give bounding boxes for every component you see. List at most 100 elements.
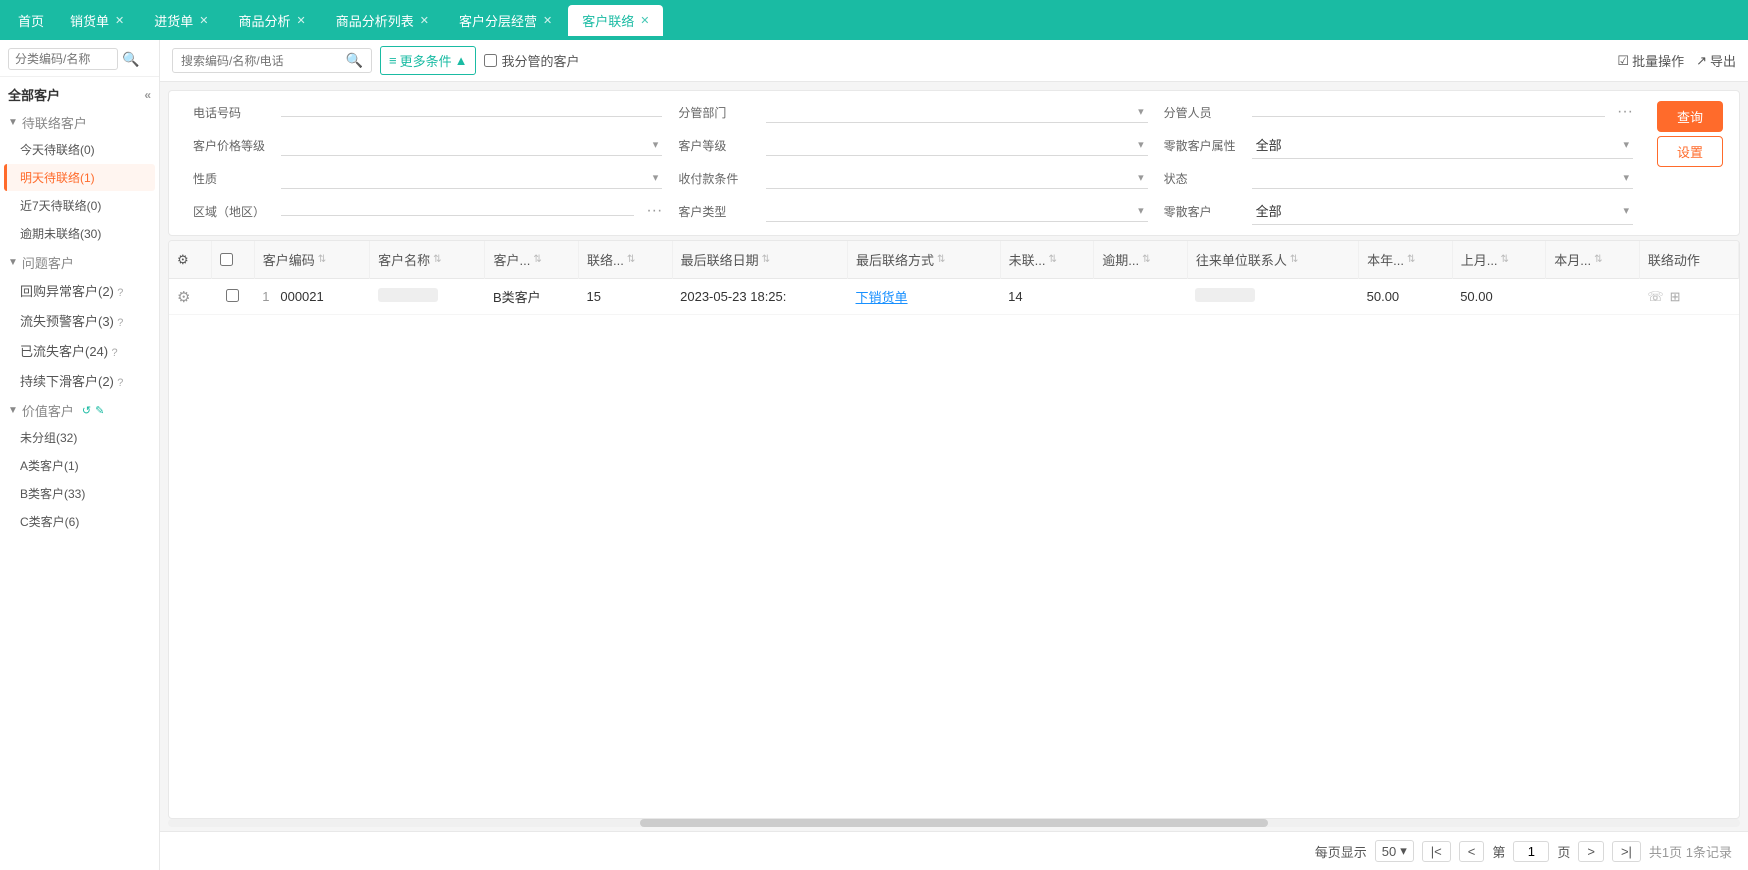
settings-icon[interactable]: ⚙ [177,252,189,268]
search-icon[interactable]: 🔍 [346,52,363,69]
nav-home[interactable]: 首页 [8,5,54,36]
sidebar-item-abnormal[interactable]: 回购异常客户(2) ? [4,276,155,305]
export-btn[interactable]: ↗ 导出 [1696,51,1736,70]
sidebar: 🔍 全部客户 « ▼ 待联络客户 今天待联络(0) 明天待联络(1) 近7天待联… [0,40,160,870]
search-input[interactable] [181,54,342,68]
th-last-contact-date[interactable]: 最后联络日期 ⇅ [672,241,847,279]
sidebar-item-c-class[interactable]: C类客户(6) [4,508,155,535]
dots-icon[interactable]: ··· [646,202,662,220]
sidebar-item-a-class[interactable]: A类客户(1) [4,452,155,479]
row-checkbox[interactable] [226,289,239,302]
row-contacts-cell: 15 [579,279,673,315]
search-box[interactable]: 🔍 [172,48,372,73]
sidebar-item-warning[interactable]: 流失预警客户(3) ? [4,306,155,335]
th-gear[interactable]: ⚙ [169,241,211,279]
problem-group[interactable]: ▼ 问题客户 [0,248,159,275]
value-group[interactable]: ▼ 价值客户 ↺ ✎ [0,396,159,423]
filter-price-level: 客户价格等级 ▾ [185,134,670,156]
select-all-checkbox[interactable] [220,253,233,266]
close-icon[interactable]: ✕ [199,14,208,27]
close-icon[interactable]: ✕ [640,14,649,27]
phone-action-icon[interactable]: ☏ [1647,289,1663,305]
row-last-method-cell[interactable]: 下销货单 [848,279,1001,315]
sidebar-search-input[interactable] [8,48,118,70]
more-conditions-btn[interactable]: ≡ 更多条件 ▲ [380,46,476,75]
sidebar-item-b-class[interactable]: B类客户(33) [4,480,155,507]
batch-ops-btn[interactable]: ☑ 批量操作 [1617,51,1684,70]
row-checkbox-cell[interactable] [211,279,254,315]
settings-button[interactable]: 设置 [1657,136,1723,167]
price-level-select[interactable]: ▾ [281,134,662,156]
next-page-btn[interactable]: > [1578,841,1604,862]
close-icon[interactable]: ✕ [297,14,306,27]
th-last-month[interactable]: 上月... ⇅ [1452,241,1546,279]
dept-label: 分管部门 [678,104,758,121]
sidebar-item-overdue[interactable]: 逾期未联络(30) [4,220,155,247]
th-checkbox[interactable] [211,241,254,279]
region-input[interactable] [281,207,634,216]
my-customers-checkbox[interactable] [484,54,497,67]
last-page-btn[interactable]: >| [1612,841,1641,862]
retail-customer-label: 零散客户 [1164,203,1244,220]
th-category[interactable]: 客户... ⇅ [485,241,579,279]
grid-action-icon[interactable]: ⊞ [1670,289,1681,305]
close-icon[interactable]: ✕ [420,14,429,27]
region-label: 区域（地区） [193,203,273,220]
retail-customer-select[interactable]: 全部 ▾ [1252,197,1633,225]
nav-tab-purchase[interactable]: 进货单 ✕ [140,5,222,36]
sidebar-item-declining[interactable]: 持续下滑客户(2) ? [4,366,155,395]
nav-tab-sales[interactable]: 销货单 ✕ [56,5,138,36]
search-icon[interactable]: 🔍 [122,51,139,68]
close-icon[interactable]: ✕ [115,14,124,27]
person-input[interactable] [1252,108,1605,117]
page-input[interactable] [1513,841,1549,862]
nav-tab-customer-tier[interactable]: 客户分层经营 ✕ [445,5,566,36]
customer-level-select[interactable]: ▾ [766,134,1147,156]
th-this-year[interactable]: 本年... ⇅ [1359,241,1453,279]
my-customers-checkbox-label[interactable]: 我分管的客户 [484,51,579,70]
dept-select[interactable]: ▾ [766,101,1147,123]
sidebar-item-ungrouped[interactable]: 未分组(32) [4,424,155,451]
page-size-select[interactable]: 50 ▾ [1375,840,1414,862]
filter-customer-type: 客户类型 ▾ [670,200,1155,222]
nav-tab-analysis-list[interactable]: 商品分析列表 ✕ [322,5,443,36]
chevron-down-icon: ▾ [1138,105,1144,118]
filter-region: 区域（地区） ··· [185,202,670,220]
retail-attr-select[interactable]: 全部 ▾ [1252,131,1633,159]
pending-group[interactable]: ▼ 待联络客户 [0,108,159,135]
nav-tab-customer-contact[interactable]: 客户联络 ✕ [568,5,663,36]
close-icon[interactable]: ✕ [543,14,552,27]
sidebar-item-7days[interactable]: 近7天待联络(0) [4,192,155,219]
main-layout: 🔍 全部客户 « ▼ 待联络客户 今天待联络(0) 明天待联络(1) 近7天待联… [0,40,1748,870]
nav-tab-analysis[interactable]: 商品分析 ✕ [224,5,319,36]
query-button[interactable]: 查询 [1657,101,1723,132]
first-page-btn[interactable]: |< [1422,841,1451,862]
chevron-down-icon: ▾ [1623,171,1629,184]
th-contacts[interactable]: 联络... ⇅ [579,241,673,279]
status-select[interactable]: ▾ [1252,167,1633,189]
nature-select[interactable]: ▾ [281,167,662,189]
sidebar-item-lost[interactable]: 已流失客户(24) ? [4,336,155,365]
th-name[interactable]: 客户名称 ⇅ [370,241,485,279]
all-customers-header[interactable]: 全部客户 « [0,77,159,108]
th-contacts-person[interactable]: 往来单位联系人 ⇅ [1187,241,1358,279]
th-code[interactable]: 客户编码 ⇅ [254,241,369,279]
row-name-cell [370,279,485,315]
data-table-container: ⚙ 客户编码 ⇅ [168,240,1740,819]
action-icons: ☏ ⊞ [1647,289,1730,305]
th-not-contacted[interactable]: 未联... ⇅ [1000,241,1094,279]
th-last-contact-method[interactable]: 最后联络方式 ⇅ [848,241,1001,279]
scrollbar-thumb[interactable] [640,819,1269,827]
sort-icon: ⇅ [1049,254,1057,265]
prev-page-btn[interactable]: < [1459,841,1485,862]
row-gear-cell[interactable]: ⚙ [169,279,211,315]
sidebar-item-tomorrow[interactable]: 明天待联络(1) [4,164,155,191]
horizontal-scrollbar[interactable] [168,819,1740,827]
phone-input[interactable] [281,108,662,117]
th-overdue[interactable]: 逾期... ⇅ [1094,241,1188,279]
sidebar-item-today[interactable]: 今天待联络(0) [4,136,155,163]
payment-select[interactable]: ▾ [766,167,1147,189]
customer-type-select[interactable]: ▾ [766,200,1147,222]
dots-icon[interactable]: ··· [1617,103,1633,121]
th-this-month[interactable]: 本月... ⇅ [1546,241,1640,279]
